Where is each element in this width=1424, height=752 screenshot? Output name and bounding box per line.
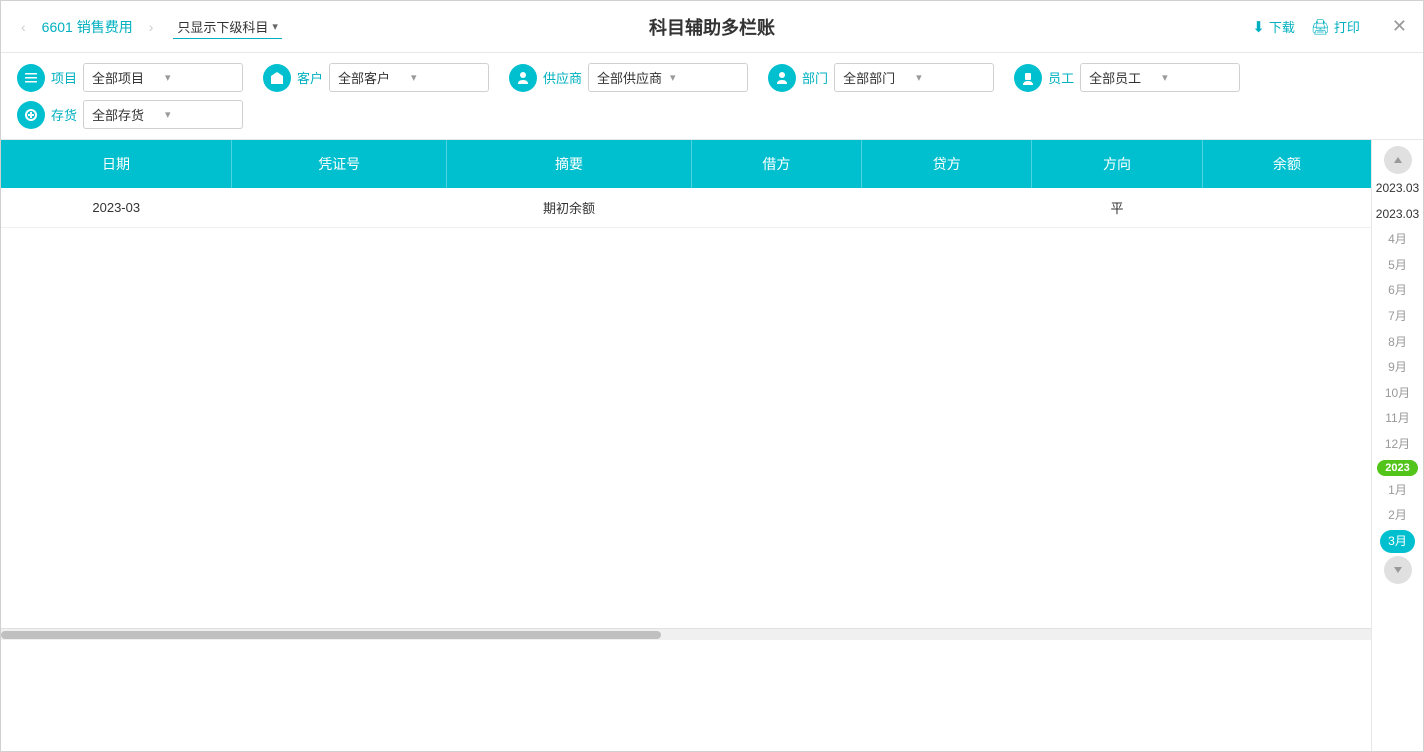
col-credit: 贷方 [862, 140, 1032, 188]
customer-value: 全部客户 [338, 68, 407, 87]
customer-select-arrow-icon: ▾ [411, 71, 480, 84]
table-row[interactable]: 2023-03 期初余额 平 [1, 188, 1371, 228]
department-label: 部门 [802, 68, 828, 87]
table-body: 2023-03 期初余额 平 [1, 188, 1371, 228]
supplier-select[interactable]: 全部供应商 ▾ [588, 63, 748, 92]
year-badge: 2023 [1377, 460, 1417, 476]
timeline-item-8[interactable]: 8月 [1372, 330, 1423, 356]
horizontal-scrollbar[interactable] [1, 628, 1371, 640]
timeline-item-12[interactable]: 12月 [1372, 432, 1423, 458]
timeline-item-1[interactable]: 2023.03 [1372, 202, 1423, 228]
department-icon [768, 64, 796, 92]
timeline-item-11[interactable]: 11月 [1372, 406, 1423, 432]
customer-label: 客户 [297, 68, 323, 87]
customer-select[interactable]: 全部客户 ▾ [329, 63, 489, 92]
col-debit: 借方 [691, 140, 861, 188]
supplier-icon [509, 64, 537, 92]
col-direction: 方向 [1032, 140, 1202, 188]
download-icon: ⬇ [1252, 18, 1265, 36]
main-area: 日期 凭证号 摘要 借方 贷方 方向 余额 2023-03 期初余额 平 [1, 140, 1423, 751]
customer-icon [263, 64, 291, 92]
department-select-arrow-icon: ▾ [916, 71, 985, 84]
employee-icon [1014, 64, 1042, 92]
cell-voucher [232, 188, 447, 228]
timeline-item-5[interactable]: 5月 [1372, 253, 1423, 279]
col-summary: 摘要 [447, 140, 691, 188]
employee-select-arrow-icon: ▾ [1162, 71, 1231, 84]
page-title: 科目辅助多栏账 [649, 14, 775, 40]
department-select[interactable]: 全部部门 ▾ [834, 63, 994, 92]
print-icon: 🖨 [1311, 18, 1330, 36]
timeline-item-m2[interactable]: 2月 [1372, 503, 1423, 529]
timeline-panel: 2023.03 2023.03 4月 5月 6月 7月 8月 9月 10月 11… [1371, 140, 1423, 751]
filter-item-inventory: 存货 全部存货 ▾ [17, 100, 243, 129]
cell-balance [1202, 188, 1371, 228]
timeline-item-9[interactable]: 9月 [1372, 355, 1423, 381]
inventory-select-arrow-icon: ▾ [165, 108, 234, 121]
print-label: 打印 [1334, 17, 1360, 36]
close-button[interactable]: ✕ [1392, 16, 1407, 37]
filter-item-customer: 客户 全部客户 ▾ [263, 63, 489, 92]
cell-direction: 平 [1032, 188, 1202, 228]
timeline-item-0[interactable]: 2023.03 [1372, 176, 1423, 202]
cell-date: 2023-03 [1, 188, 232, 228]
project-label: 项目 [51, 68, 77, 87]
data-table: 日期 凭证号 摘要 借方 贷方 方向 余额 2023-03 期初余额 平 [1, 140, 1371, 228]
project-value: 全部项目 [92, 68, 161, 87]
nav-next-button[interactable]: › [145, 17, 158, 37]
show-sub-arrow-icon: ▾ [272, 20, 278, 33]
scroll-thumb[interactable] [1, 631, 661, 639]
main-window: ‹ 6601 销售费用 › 只显示下级科目 ▾ 科目辅助多栏账 ⬇ 下载 🖨 打… [0, 0, 1424, 752]
supplier-select-arrow-icon: ▾ [670, 71, 739, 84]
filter-bar: 项目 全部项目 ▾ 客户 全部客户 ▾ [1, 53, 1423, 140]
download-label: 下载 [1269, 17, 1295, 36]
title-bar: ‹ 6601 销售费用 › 只显示下级科目 ▾ 科目辅助多栏账 ⬇ 下载 🖨 打… [1, 1, 1423, 53]
project-select[interactable]: 全部项目 ▾ [83, 63, 243, 92]
col-date: 日期 [1, 140, 232, 188]
project-select-arrow-icon: ▾ [165, 71, 234, 84]
show-sub-label: 只显示下级科目 [177, 17, 268, 36]
timeline-item-m3[interactable]: 3月 [1380, 530, 1415, 554]
timeline-item-7[interactable]: 7月 [1372, 304, 1423, 330]
inventory-value: 全部存货 [92, 105, 161, 124]
timeline-item-4[interactable]: 4月 [1372, 227, 1423, 253]
account-nav: ‹ 6601 销售费用 › [17, 15, 157, 39]
title-actions: ⬇ 下载 🖨 打印 ✕ [1252, 16, 1407, 37]
print-button[interactable]: 🖨 打印 [1311, 17, 1360, 36]
timeline-item-6[interactable]: 6月 [1372, 278, 1423, 304]
show-sub-dropdown[interactable]: 只显示下级科目 ▾ [173, 15, 282, 39]
filter-item-department: 部门 全部部门 ▾ [768, 63, 994, 92]
timeline-down-button[interactable] [1384, 556, 1412, 584]
filter-item-employee: 员工 全部员工 ▾ [1014, 63, 1240, 92]
inventory-icon [17, 101, 45, 129]
cell-summary: 期初余额 [447, 188, 691, 228]
timeline-item-10[interactable]: 10月 [1372, 381, 1423, 407]
timeline-item-m1[interactable]: 1月 [1372, 478, 1423, 504]
timeline-up-button[interactable] [1384, 146, 1412, 174]
nav-prev-button[interactable]: ‹ [17, 17, 30, 37]
supplier-label: 供应商 [543, 68, 582, 87]
cell-credit [862, 188, 1032, 228]
filter-item-project: 项目 全部项目 ▾ [17, 63, 243, 92]
department-value: 全部部门 [843, 68, 912, 87]
table-header-row: 日期 凭证号 摘要 借方 贷方 方向 余额 [1, 140, 1371, 188]
supplier-value: 全部供应商 [597, 68, 666, 87]
account-code-label: 6601 销售费用 [36, 15, 139, 39]
employee-select[interactable]: 全部员工 ▾ [1080, 63, 1240, 92]
project-icon [17, 64, 45, 92]
download-button[interactable]: ⬇ 下载 [1252, 17, 1295, 36]
filter-item-supplier: 供应商 全部供应商 ▾ [509, 63, 748, 92]
inventory-select[interactable]: 全部存货 ▾ [83, 100, 243, 129]
table-area: 日期 凭证号 摘要 借方 贷方 方向 余额 2023-03 期初余额 平 [1, 140, 1371, 751]
inventory-label: 存货 [51, 105, 77, 124]
cell-debit [691, 188, 861, 228]
col-voucher: 凭证号 [232, 140, 447, 188]
employee-label: 员工 [1048, 68, 1074, 87]
col-balance: 余额 [1202, 140, 1371, 188]
employee-value: 全部员工 [1089, 68, 1158, 87]
